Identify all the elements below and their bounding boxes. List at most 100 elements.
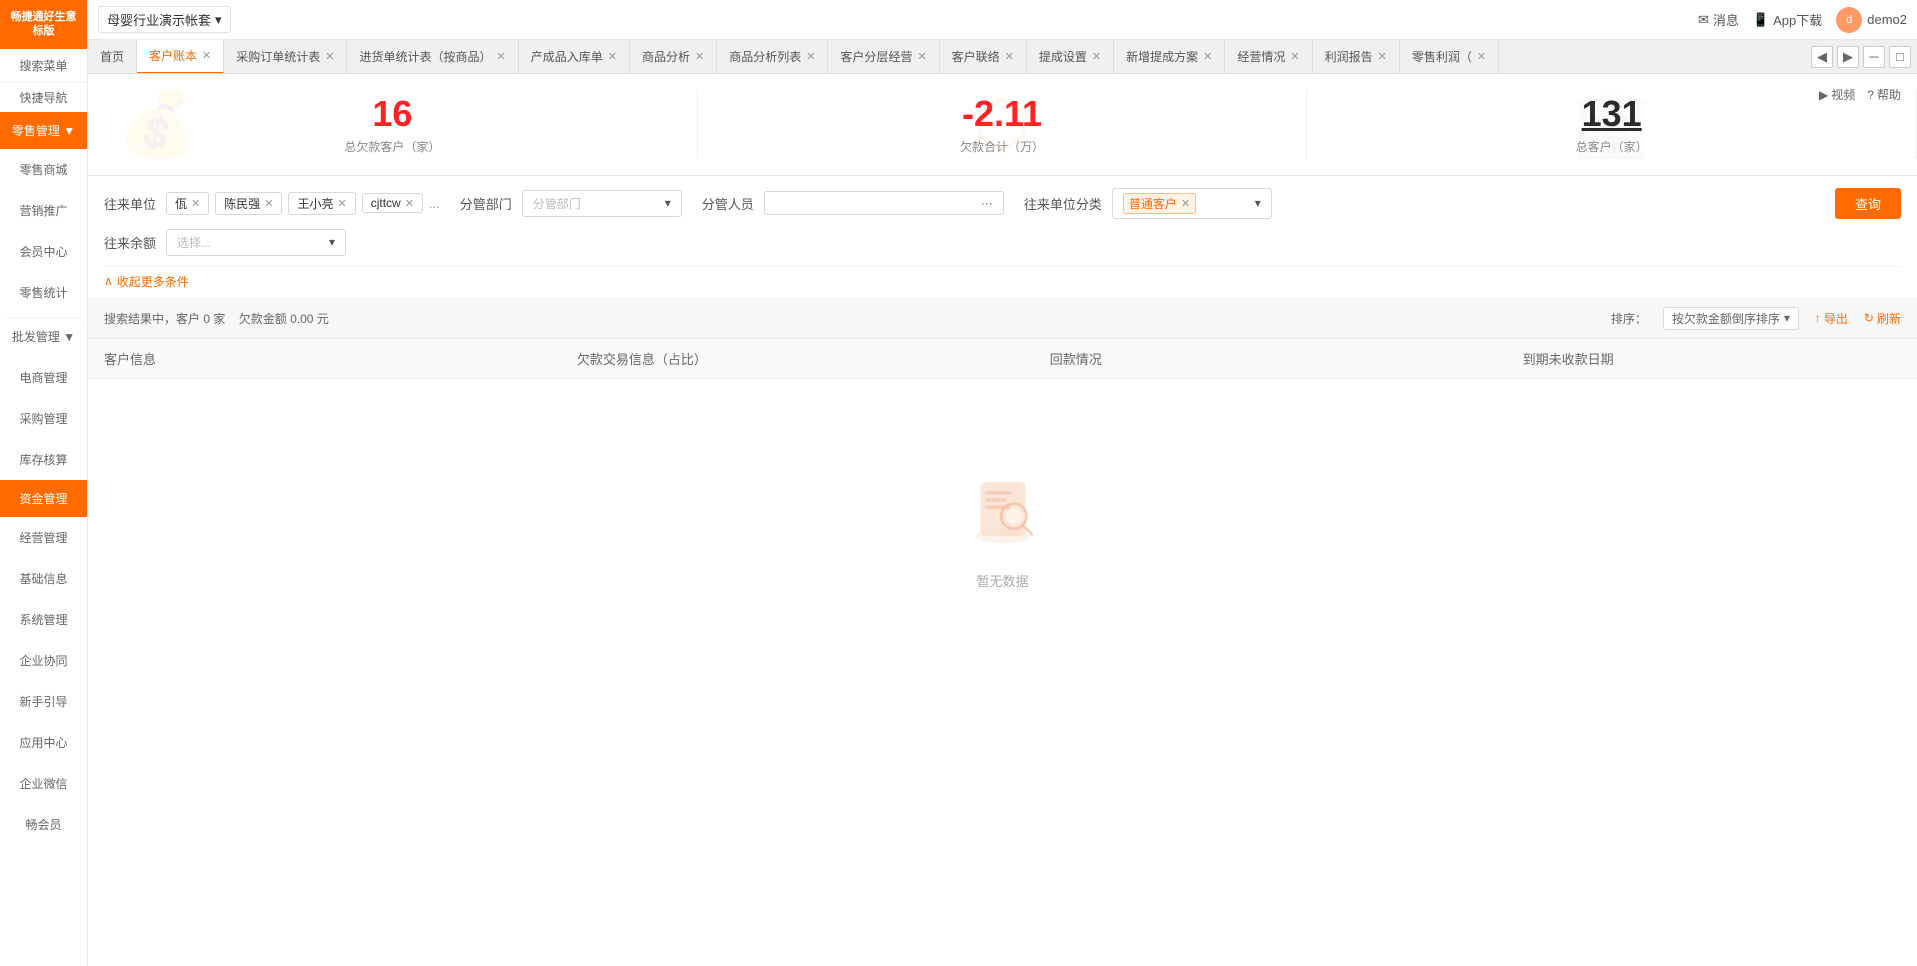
sidebar-item-member-center[interactable]: 会员中心 — [4, 233, 83, 270]
remove-tag-cjttcw[interactable]: ✕ — [405, 197, 414, 210]
tab-new-commission-plan[interactable]: 新增提成方案 ✕ — [1114, 40, 1225, 74]
col-header-repay: 回款情况 — [1050, 349, 1523, 368]
tab-customer-ledger[interactable]: 客户账本 ✕ — [137, 40, 224, 74]
sidebar-item-capital-mgmt[interactable]: 资金管理 — [0, 480, 87, 517]
tab-commission-settings[interactable]: 提成设置 ✕ — [1027, 40, 1114, 74]
close-icon[interactable]: ✕ — [917, 50, 926, 63]
messages-btn[interactable]: ✉ 消息 — [1698, 10, 1739, 29]
tab-scroll-right[interactable]: ▶ — [1837, 46, 1859, 68]
sidebar-item-base-info[interactable]: 基础信息 — [4, 560, 83, 597]
tab-scroll-left[interactable]: ◀ — [1811, 46, 1833, 68]
filter-area: 往来单位 佤 ✕ 陈民强 ✕ 王小亮 ✕ cjttcw — [88, 176, 1917, 299]
filter-tags: 佤 ✕ 陈民强 ✕ 王小亮 ✕ cjttcw ✕ ... — [166, 192, 440, 215]
tab-customer-contact[interactable]: 客户联络 ✕ — [940, 40, 1027, 74]
sidebar-item-operations[interactable]: 经营管理 — [4, 519, 83, 556]
chevron-down-icon: ▾ — [665, 196, 671, 210]
close-icon[interactable]: ✕ — [1005, 50, 1014, 63]
tab-purchase-stats-by-product[interactable]: 进货单统计表（按商品） ✕ — [347, 40, 518, 74]
branch-dept-select[interactable]: 分管部门 ▾ — [522, 190, 682, 217]
export-btn[interactable]: ↑ 导出 — [1815, 310, 1848, 327]
refresh-icon: ↻ — [1864, 311, 1874, 325]
balance-select[interactable]: 选择... ▾ — [166, 229, 346, 256]
branch-person-select[interactable]: ··· — [764, 191, 1004, 215]
sidebar-item-inventory[interactable]: 库存核算 — [4, 441, 83, 478]
sidebar-item-retail-mall[interactable]: 零售商城 — [4, 151, 83, 188]
tab-customer-segment[interactable]: 客户分层经营 ✕ — [828, 40, 939, 74]
tab-product-inbound[interactable]: 产成品入库单 ✕ — [519, 40, 630, 74]
topbar-left: 母婴行业演示帐套 ▾ — [98, 6, 231, 33]
tab-profit-report[interactable]: 利润报告 ✕ — [1313, 40, 1400, 74]
remove-tag-wangxl[interactable]: ✕ — [338, 197, 347, 210]
sidebar-item-enterprise[interactable]: 企业协同 — [4, 642, 83, 679]
stat-debt-total: ⬡ -2.11 欠款合计（万） — [698, 90, 1308, 159]
video-help-btn[interactable]: ▶ 视频 — [1819, 86, 1855, 103]
unit-category-select[interactable]: 普通客户 ✕ ▾ — [1112, 188, 1272, 219]
query-button[interactable]: 查询 — [1835, 188, 1901, 219]
sidebar-item-sys-mgmt[interactable]: 系统管理 — [4, 601, 83, 638]
help-btn[interactable]: ? 帮助 — [1867, 86, 1901, 103]
remove-tag-chenmq[interactable]: ✕ — [264, 197, 273, 210]
app-download-btn[interactable]: 📱 App下载 — [1753, 10, 1822, 29]
sidebar-item-enterprise-wechat[interactable]: 企业微信 — [4, 765, 83, 802]
tab-product-analysis-list[interactable]: 商品分析列表 ✕ — [717, 40, 828, 74]
result-summary: 搜索结果中，客户 0 家 欠款金额 0.00 元 — [104, 310, 329, 327]
collapse-btn[interactable]: ∧ 收起更多条件 — [104, 267, 1901, 298]
tab-product-analysis[interactable]: 商品分析 ✕ — [630, 40, 717, 74]
filter-tag-wangxl: 王小亮 ✕ — [288, 192, 355, 215]
sort-label: 排序： — [1611, 310, 1647, 327]
tab-retail-profit[interactable]: 零售利润（ ✕ — [1400, 40, 1499, 74]
close-icon[interactable]: ✕ — [1290, 50, 1299, 63]
sidebar-item-newbie[interactable]: 新手引导 — [4, 683, 83, 720]
filter-row-1: 往来单位 佤 ✕ 陈民强 ✕ 王小亮 ✕ cjttcw — [104, 188, 1901, 219]
org-selector[interactable]: 母婴行业演示帐套 ▾ — [98, 6, 231, 33]
logo-text: 畅捷通好生意 标版 — [6, 10, 81, 39]
close-icon[interactable]: ✕ — [1203, 50, 1212, 63]
quick-nav[interactable]: 快捷导航 — [0, 83, 87, 112]
close-icon[interactable]: ✕ — [202, 49, 211, 62]
sort-select[interactable]: 按欠款金额倒序排序 ▾ — [1663, 307, 1799, 330]
source-unit-label: 往来单位 — [104, 194, 156, 213]
close-icon[interactable]: ✕ — [695, 50, 704, 63]
tab-minimize[interactable]: ─ — [1863, 46, 1885, 68]
app-logo[interactable]: 畅捷通好生意 标版 — [0, 0, 87, 49]
more-tags-btn[interactable]: ... — [429, 196, 440, 211]
topbar: 母婴行业演示帐套 ▾ ✉ 消息 📱 App下载 d demo2 — [88, 0, 1917, 40]
main-area: 母婴行业演示帐套 ▾ ✉ 消息 📱 App下载 d demo2 首页 客户账本 — [88, 0, 1917, 966]
sidebar-item-purchase-mgmt[interactable]: 采购管理 — [4, 400, 83, 437]
filter-tag-chenmq: 陈民强 ✕ — [215, 192, 282, 215]
tab-home[interactable]: 首页 — [88, 40, 137, 74]
close-icon[interactable]: ✕ — [1477, 50, 1486, 63]
close-icon[interactable]: ✕ — [608, 50, 617, 63]
sidebar-item-batch-mgmt[interactable]: 批发管理 ▼ — [4, 317, 83, 355]
user-menu[interactable]: d demo2 — [1836, 7, 1907, 33]
close-icon[interactable]: ✕ — [1092, 50, 1101, 63]
chevron-down-icon: ▾ — [329, 235, 335, 249]
chevron-down-icon: ▾ — [1784, 311, 1790, 325]
close-icon[interactable]: ✕ — [1378, 50, 1387, 63]
message-icon: ✉ — [1698, 12, 1709, 28]
remove-tag-wa[interactable]: ✕ — [191, 197, 200, 210]
chevron-down-icon: ▾ — [1255, 196, 1261, 210]
close-icon[interactable]: ✕ — [806, 50, 815, 63]
tab-operations[interactable]: 经营情况 ✕ — [1225, 40, 1312, 74]
chevron-up-icon: ∧ — [104, 274, 113, 288]
tabbar: 首页 客户账本 ✕ 采购订单统计表 ✕ 进货单统计表（按商品） ✕ 产成品入库单… — [88, 40, 1917, 74]
sidebar-item-ecommerce[interactable]: 电商管理 — [4, 359, 83, 396]
search-menu[interactable]: 搜索菜单 — [0, 49, 87, 83]
refresh-btn[interactable]: ↻ 刷新 — [1864, 310, 1901, 327]
branch-dept-label: 分管部门 — [460, 194, 512, 213]
sidebar-item-app-center[interactable]: 应用中心 — [4, 724, 83, 761]
close-icon[interactable]: ✕ — [497, 50, 506, 63]
close-icon[interactable]: ✕ — [325, 50, 334, 63]
tab-maximize[interactable]: □ — [1889, 46, 1911, 68]
sidebar-item-retail-stats[interactable]: 零售统计 — [4, 274, 83, 311]
empty-text: 暂无数据 — [976, 571, 1028, 590]
tab-purchase-order-stats[interactable]: 采购订单统计表 ✕ — [224, 40, 347, 74]
sidebar-item-vip-member[interactable]: 畅会员 — [4, 806, 83, 843]
sidebar-item-marketing[interactable]: 营销推广 — [4, 192, 83, 229]
sidebar-item-retail-mgmt[interactable]: 零售管理 ▼ — [0, 112, 87, 149]
filter-tag-wa: 佤 ✕ — [166, 192, 209, 215]
table-header: 客户信息 欠款交易信息（占比） 回款情况 到期未收款日期 — [88, 339, 1917, 379]
col-header-date: 到期未收款日期 — [1523, 349, 1901, 368]
remove-unit-category[interactable]: ✕ — [1181, 197, 1190, 210]
